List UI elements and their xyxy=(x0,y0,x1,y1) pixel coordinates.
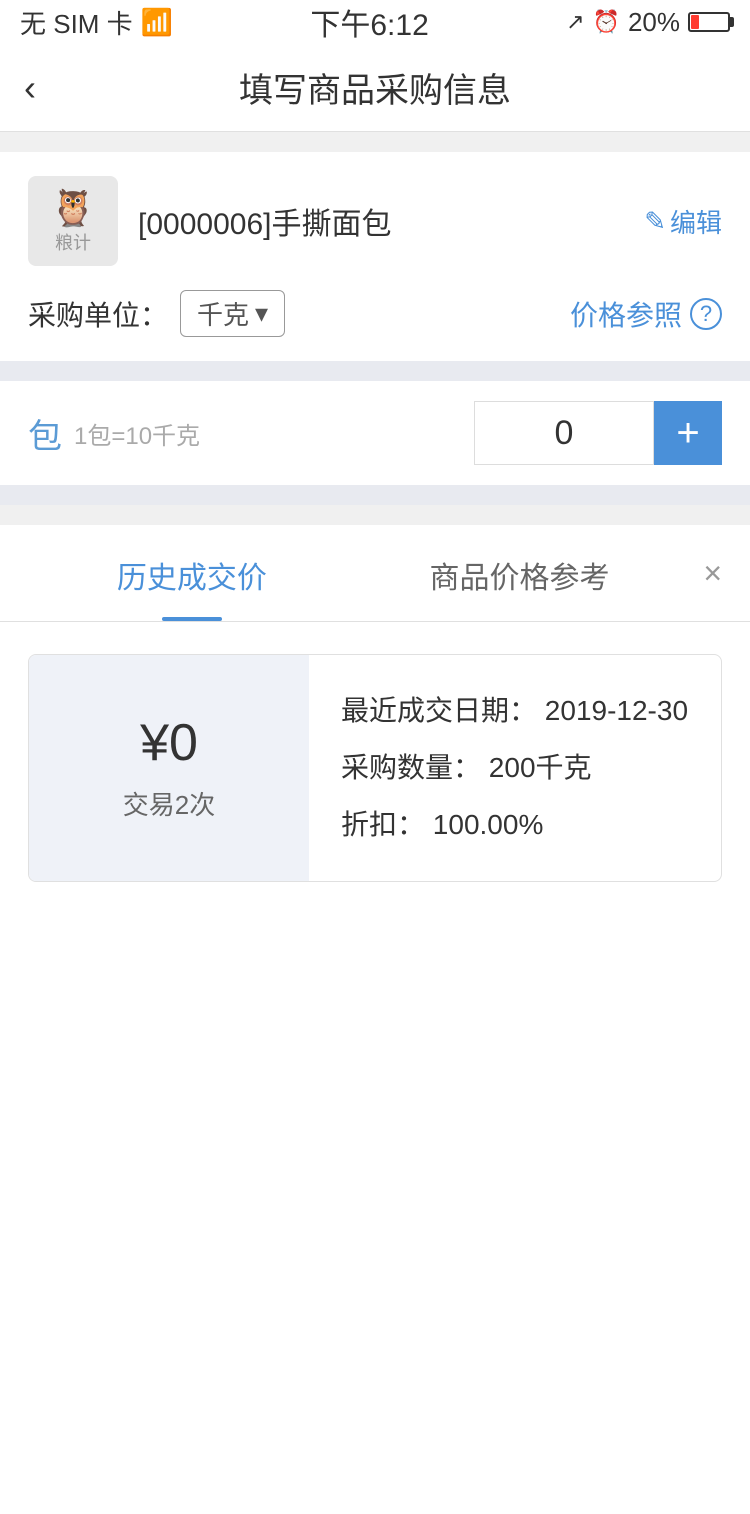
question-mark-icon: ? xyxy=(690,298,722,330)
transaction-count: 交易2次 xyxy=(123,785,215,822)
quantity-input[interactable] xyxy=(474,401,654,465)
page-title: 填写商品采购信息 xyxy=(239,63,511,112)
price-reference-button[interactable]: 价格参照 ? xyxy=(570,294,722,334)
purchase-qty-value: 200千克 xyxy=(489,752,592,783)
price-ref-label: 价格参照 xyxy=(570,294,682,334)
purchase-qty-label: 采购数量： xyxy=(341,752,481,783)
transaction-details-panel: 最近成交日期： 2019-12-30 采购数量： 200千克 折扣： 100.0… xyxy=(309,655,721,881)
recent-date-value: 2019-12-30 xyxy=(545,695,688,726)
brand-icon: 🦉 xyxy=(51,187,96,229)
product-info: 🦉 粮计 [0000006]手撕面包 xyxy=(28,176,391,266)
back-button[interactable]: ‹ xyxy=(24,67,36,109)
purchase-qty-row: 采购数量： 200千克 xyxy=(341,748,689,787)
product-name: [0000006]手撕面包 xyxy=(138,199,391,243)
status-time: 下午6:12 xyxy=(310,0,428,44)
unit-value: 千克 xyxy=(197,295,249,332)
transaction-price: ¥0 xyxy=(140,713,198,773)
unit-hint: 1包=10千克 xyxy=(74,416,200,451)
purchase-unit-row: 采购单位： 千克 ▾ xyxy=(28,290,285,337)
page-header: ‹ 填写商品采购信息 xyxy=(0,44,750,132)
discount-label: 折扣： xyxy=(341,809,425,840)
transaction-card: ¥0 交易2次 最近成交日期： 2019-12-30 采购数量： 200千克 折… xyxy=(28,654,722,882)
edit-icon: ✎ xyxy=(644,206,666,237)
wifi-icon: 📶 xyxy=(141,7,173,38)
status-right: ↗ ⏰ 20% xyxy=(566,7,730,38)
product-logo: 🦉 粮计 xyxy=(28,176,118,266)
battery-icon xyxy=(688,12,730,32)
edit-label: 编辑 xyxy=(670,203,722,240)
recent-date-row: 最近成交日期： 2019-12-30 xyxy=(341,691,689,730)
tab-history-price[interactable]: 历史成交价 xyxy=(28,525,356,621)
recent-date-label: 最近成交日期： xyxy=(341,695,537,726)
edit-button[interactable]: ✎ 编辑 xyxy=(644,203,722,240)
bottom-section-divider xyxy=(0,485,750,505)
unit-selector[interactable]: 千克 ▾ xyxy=(180,290,285,337)
chevron-down-icon: ▾ xyxy=(255,298,268,329)
quantity-plus-button[interactable]: + xyxy=(654,401,722,465)
alarm-icon: ⏰ xyxy=(593,9,620,35)
quantity-row: 包 1包=10千克 + xyxy=(0,381,750,485)
status-bar: 无 SIM 卡 📶 下午6:12 ↗ ⏰ 20% xyxy=(0,0,750,44)
bottom-panel: 历史成交价 商品价格参考 × ¥0 交易2次 最近成交日期： 2019-12-3… xyxy=(0,525,750,1514)
product-bottom-row: 采购单位： 千克 ▾ 价格参照 ? xyxy=(28,290,722,337)
section-divider xyxy=(0,361,750,381)
battery-percent: 20% xyxy=(628,7,680,38)
tab-price-reference[interactable]: 商品价格参考 xyxy=(356,525,684,621)
quantity-label: 包 1包=10千克 xyxy=(28,409,200,458)
brand-sub-text: 粮计 xyxy=(55,229,91,255)
discount-row: 折扣： 100.00% xyxy=(341,805,689,844)
product-top-row: 🦉 粮计 [0000006]手撕面包 ✎ 编辑 xyxy=(28,176,722,266)
close-panel-button[interactable]: × xyxy=(683,535,722,612)
location-icon: ↗ xyxy=(566,9,584,35)
quantity-control: + xyxy=(474,401,722,465)
sim-text: 无 SIM 卡 xyxy=(20,4,133,41)
package-icon: 包 xyxy=(28,409,62,458)
tabs-row: 历史成交价 商品价格参考 × xyxy=(0,525,750,622)
product-card: 🦉 粮计 [0000006]手撕面包 ✎ 编辑 采购单位： 千克 ▾ 价格参照 … xyxy=(0,152,750,361)
discount-value: 100.00% xyxy=(433,809,544,840)
bottom-space xyxy=(0,914,750,1514)
status-left: 无 SIM 卡 📶 xyxy=(20,4,173,41)
purchase-unit-label: 采购单位： xyxy=(28,294,168,334)
transaction-price-panel: ¥0 交易2次 xyxy=(29,655,309,881)
